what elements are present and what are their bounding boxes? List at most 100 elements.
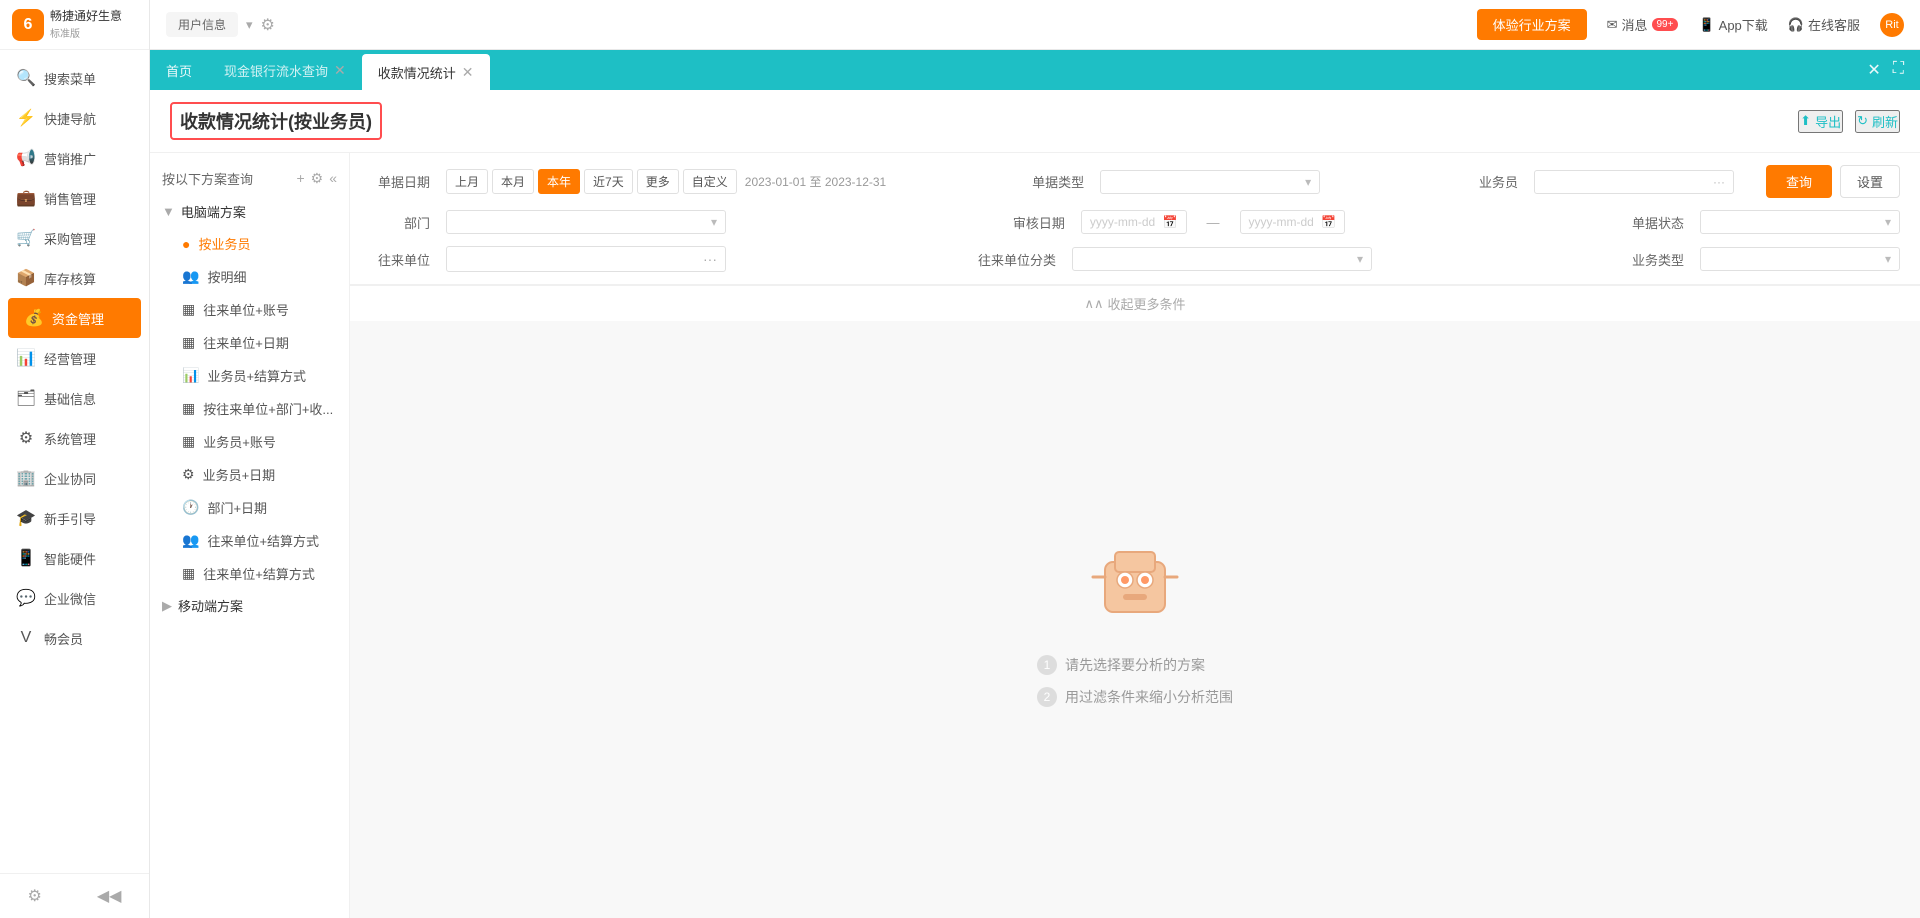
sidebar-item-marketing[interactable]: 📢 营销推广 [0, 138, 149, 178]
collapse-bar[interactable]: ∧∧ 收起更多条件 [350, 285, 1920, 321]
sidebar-item-system[interactable]: ⚙ 系统管理 [0, 418, 149, 458]
tip-text-2: 用过滤条件来缩小分析范围 [1065, 687, 1233, 707]
empty-state: 1 请先选择要分析的方案 2 用过滤条件来缩小分析范围 [350, 321, 1920, 918]
tip-num-1: 1 [1037, 655, 1057, 675]
enterprise-icon: 🏢 [16, 468, 36, 488]
scheme-item-dept-date[interactable]: 🕐 部门+日期 [158, 491, 349, 524]
header-settings-icon[interactable]: ⚙ [261, 15, 275, 35]
review-date-label: 审核日期 [1005, 213, 1065, 232]
date-filter-label: 单据日期 [370, 172, 430, 191]
app-download-btn[interactable]: 📱 App下载 [1698, 15, 1767, 34]
query-button[interactable]: 查询 [1766, 165, 1832, 198]
scheme-item-partner-dept[interactable]: ▦ 按往来单位+部门+收... [158, 392, 349, 425]
sidebar-item-finance[interactable]: 💰 资金管理 [8, 298, 141, 338]
doc-type-select[interactable]: ▾ [1100, 170, 1320, 194]
btn-custom[interactable]: 自定义 [683, 169, 737, 194]
refresh-button[interactable]: ↻ 刷新 [1855, 110, 1900, 133]
wechat-icon: 💬 [16, 588, 36, 608]
sidebar-item-inventory[interactable]: 📦 库存核算 [0, 258, 149, 298]
tab-receivables-close-icon[interactable]: ✕ [462, 64, 474, 81]
dept-select[interactable]: ▾ [446, 210, 726, 234]
partner-select[interactable]: ··· [446, 246, 726, 272]
doc-type-dropdown-icon: ▾ [1305, 175, 1311, 189]
salesman-account-label: 业务员+账号 [203, 432, 276, 451]
sidebar-item-enterprise[interactable]: 🏢 企业协同 [0, 458, 149, 498]
sidebar-nav: 🔍 搜索菜单 ⚡ 快捷导航 📢 营销推广 💼 销售管理 🛒 采购管理 📦 [0, 50, 149, 873]
sidebar-item-quick-nav[interactable]: ⚡ 快捷导航 [0, 98, 149, 138]
logo-name: 畅捷通好生意 [50, 9, 122, 25]
trial-button[interactable]: 体验行业方案 [1477, 9, 1587, 40]
scheme-item-salesman-account[interactable]: ▦ 业务员+账号 [158, 425, 349, 458]
panel-collapse-btn[interactable]: « [329, 170, 337, 187]
sidebar-item-wechat[interactable]: 💬 企业微信 [0, 578, 149, 618]
sidebar-settings-btn[interactable]: ⚙ [28, 886, 42, 906]
salesman-select[interactable]: ··· [1534, 170, 1734, 194]
sidebar-item-operation[interactable]: 📊 经营管理 [0, 338, 149, 378]
page-content: 收款情况统计(按业务员) ⬆ 导出 ↻ 刷新 按以下方 [150, 90, 1920, 918]
expand-icon[interactable]: ⛶ [1893, 60, 1904, 80]
tab-bank-flow[interactable]: 现金银行流水查询 ✕ [208, 50, 362, 90]
scheme-settings-btn[interactable]: ⚙ [311, 170, 324, 187]
user-name-display[interactable]: Rit [1880, 13, 1904, 37]
setting-button[interactable]: 设置 [1840, 165, 1900, 198]
tab-home[interactable]: 首页 [150, 50, 208, 90]
desktop-group-title[interactable]: ▼ 电脑端方案 [150, 196, 349, 227]
sidebar-item-purchase[interactable]: 🛒 采购管理 [0, 218, 149, 258]
partner-settle1-icon: 👥 [182, 532, 199, 549]
review-date-start[interactable]: yyyy-mm-dd 📅 [1081, 210, 1187, 234]
doc-status-select[interactable]: ▾ [1700, 210, 1900, 234]
btn-last-7days[interactable]: 近7天 [584, 169, 633, 194]
sidebar-item-basic[interactable]: 🗂 基础信息 [0, 378, 149, 418]
purchase-icon: 🛒 [16, 228, 36, 248]
partner-dept-icon: ▦ [182, 400, 195, 417]
guide-icon: 🎓 [16, 508, 36, 528]
doc-type-filter-label: 单据类型 [1024, 172, 1084, 191]
search-icon: 🔍 [16, 68, 36, 88]
tab-receivables[interactable]: 收款情况统计 ✕ [362, 54, 490, 90]
scheme-item-partner-account[interactable]: ▦ 往来单位+账号 [158, 293, 349, 326]
date-end-icon: 📅 [1321, 215, 1336, 229]
scheme-item-salesman-settle[interactable]: 📊 业务员+结算方式 [158, 359, 349, 392]
basic-icon: 🗂 [16, 388, 36, 408]
vip-icon: V [16, 628, 36, 648]
sidebar-item-guide[interactable]: 🎓 新手引导 [0, 498, 149, 538]
online-service-btn[interactable]: 🎧 在线客服 [1788, 15, 1860, 34]
sidebar-item-search[interactable]: 🔍 搜索菜单 [0, 58, 149, 98]
sidebar-collapse-btn[interactable]: ◀◀ [97, 886, 122, 906]
partner-settle1-label: 往来单位+结算方式 [207, 531, 319, 550]
scheme-item-partner-settle2[interactable]: ▦ 往来单位+结算方式 [158, 557, 349, 590]
dept-date-label: 部门+日期 [207, 498, 267, 517]
finance-icon: 💰 [24, 308, 44, 328]
btn-last-month[interactable]: 上月 [446, 169, 488, 194]
btn-this-month[interactable]: 本月 [492, 169, 534, 194]
add-scheme-btn[interactable]: + [296, 170, 304, 187]
scheme-item-partner-date[interactable]: ▦ 往来单位+日期 [158, 326, 349, 359]
desktop-scheme-items: ● 按业务员 👥 按明细 ▦ 往来单位+账号 [150, 227, 349, 590]
btn-more-dates[interactable]: 更多 [637, 169, 679, 194]
dropdown-arrow-icon[interactable]: ▾ [246, 17, 253, 33]
export-button[interactable]: ⬆ 导出 [1798, 110, 1843, 133]
salesman-account-icon: ▦ [182, 433, 195, 450]
right-panel: 单据日期 上月 本月 本年 近7天 更多 自定义 2023-01-01 [350, 153, 1920, 918]
partner-category-select[interactable]: ▾ [1072, 247, 1372, 271]
salesman-date-label: 业务员+日期 [203, 465, 276, 484]
close-all-tabs-btn[interactable]: ✕ [1867, 60, 1880, 80]
review-date-end[interactable]: yyyy-mm-dd 📅 [1240, 210, 1346, 234]
tab-bank-flow-close-icon[interactable]: ✕ [334, 62, 346, 79]
mobile-group-title[interactable]: ▶ 移动端方案 [150, 590, 349, 621]
sidebar-item-vip[interactable]: V 畅会员 [0, 618, 149, 658]
page-title: 收款情况统计(按业务员) [170, 102, 382, 140]
btn-this-year[interactable]: 本年 [538, 169, 580, 194]
scheme-item-partner-settle1[interactable]: 👥 往来单位+结算方式 [158, 524, 349, 557]
quick-nav-icon: ⚡ [16, 108, 36, 128]
scheme-item-by-detail[interactable]: 👥 按明细 [158, 260, 349, 293]
sidebar-item-hardware[interactable]: 📱 智能硬件 [0, 538, 149, 578]
tab-bar-actions: ✕ ⛶ [1867, 60, 1904, 80]
scheme-item-by-salesman[interactable]: ● 按业务员 [158, 227, 349, 260]
scheme-item-salesman-date[interactable]: ⚙ 业务员+日期 [158, 458, 349, 491]
partner-more-icon[interactable]: ··· [703, 251, 717, 267]
messages-btn[interactable]: ✉ 消息 99+ [1607, 15, 1679, 34]
business-type-select[interactable]: ▾ [1700, 247, 1900, 271]
sidebar-item-sales[interactable]: 💼 销售管理 [0, 178, 149, 218]
logo-badge: 标准版 [50, 25, 122, 40]
